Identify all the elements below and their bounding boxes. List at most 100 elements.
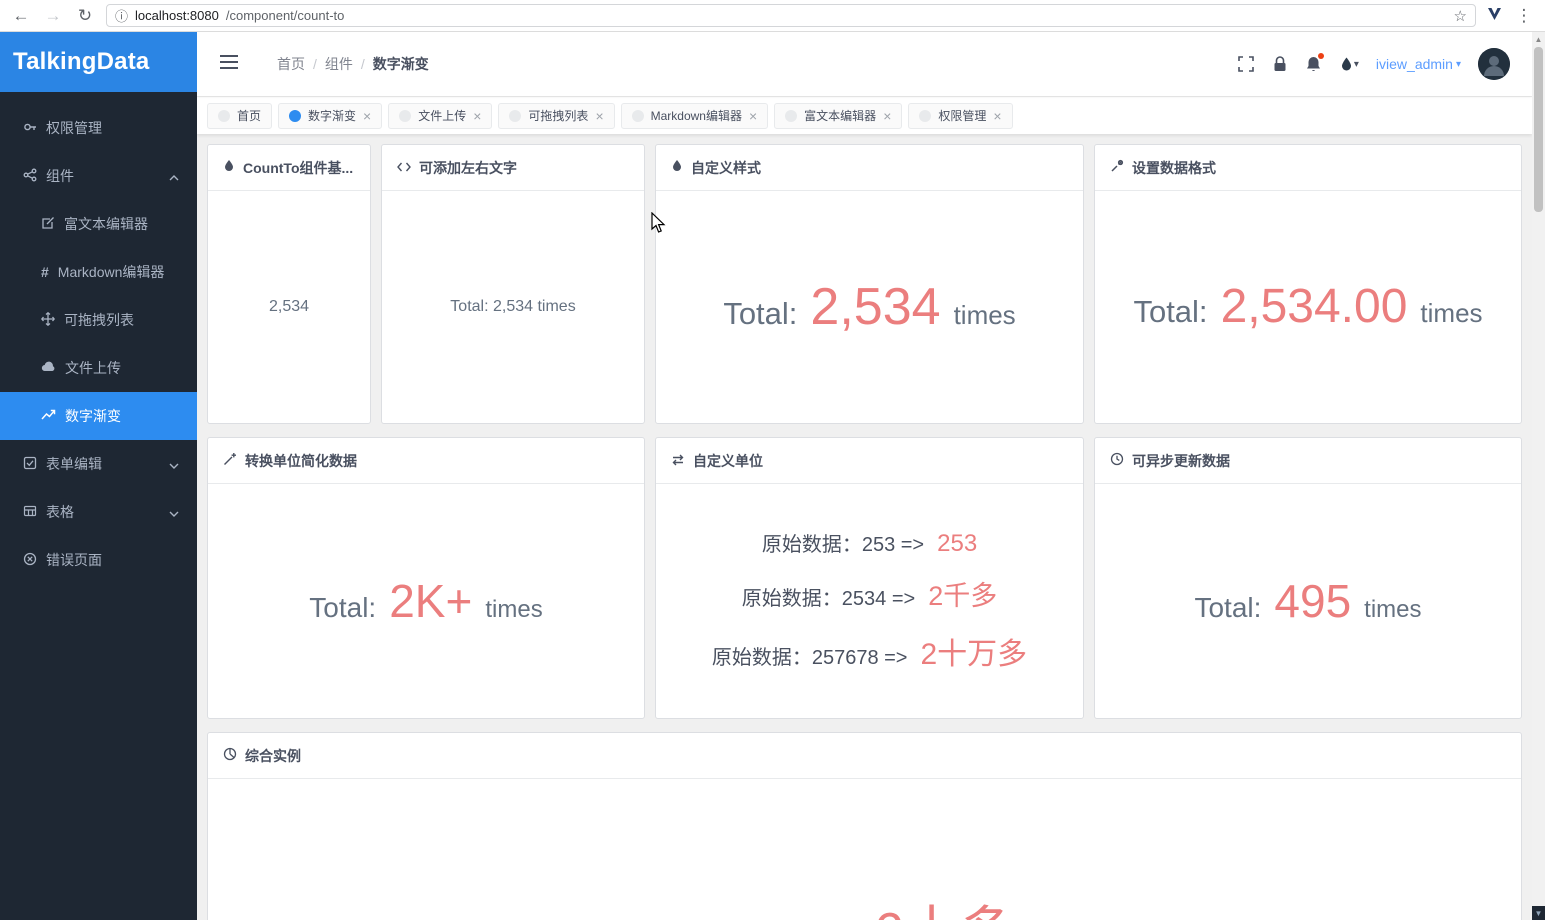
close-icon[interactable]: × xyxy=(595,108,603,124)
browser-menu-icon[interactable]: ⋮ xyxy=(1513,6,1535,26)
scrollbar-down-arrow[interactable]: ▼ xyxy=(1532,906,1545,920)
card-combined-example: 综合实例 原始数据: 27 => 6十多 times xyxy=(207,732,1522,920)
caret-down-icon: ▾ xyxy=(1353,58,1359,70)
card-body: Total: 495 times xyxy=(1095,484,1521,717)
share-icon xyxy=(23,168,37,185)
bookmark-star-icon[interactable]: ☆ xyxy=(1454,7,1467,25)
card-simplify-unit: 转换单位简化数据 Total: 2K+ times xyxy=(207,437,645,719)
app-logo[interactable]: TalkingData xyxy=(0,32,197,92)
raw-data-label: 原始数据：253 => xyxy=(761,534,925,556)
browser-extension-icon[interactable] xyxy=(1486,5,1503,27)
tag-richtext[interactable]: 富文本编辑器 × xyxy=(774,102,903,129)
tag-dot xyxy=(509,109,522,122)
card-body: 原始数据：253 => 253 原始数据：2534 => 2千多 原始数据：25… xyxy=(656,484,1083,717)
tag-label: 文件上传 xyxy=(418,109,467,123)
sidebar-item-label: 表单编辑 xyxy=(46,456,102,472)
unit-row: 原始数据：2534 => 2千多 xyxy=(742,574,997,613)
count-value: 2,534 xyxy=(810,277,941,336)
breadcrumb-separator: / xyxy=(360,56,365,72)
breadcrumb-current: 数字渐变 xyxy=(372,56,429,72)
chevron-down-icon xyxy=(169,456,179,472)
count-prefix: Total: xyxy=(1133,294,1208,329)
sidebar-item-countto[interactable]: 数字渐变 xyxy=(0,392,197,440)
sidebar-item-label: 数字渐变 xyxy=(65,408,121,424)
sidebar-item-markdown[interactable]: # Markdown编辑器 xyxy=(0,248,197,296)
tag-countto[interactable]: 数字渐变 × xyxy=(278,102,383,129)
sidebar-menu: 权限管理 组件 富文本编辑器 # Markdown编辑器 可拖拽列表 文件上传 … xyxy=(0,92,197,584)
scrollbar-thumb[interactable] xyxy=(1534,47,1543,212)
sidebar-item-components[interactable]: 组件 xyxy=(0,152,197,200)
wand-icon xyxy=(223,452,237,469)
close-icon[interactable]: × xyxy=(749,108,757,124)
close-icon[interactable]: × xyxy=(473,108,481,124)
hash-icon: # xyxy=(41,264,49,280)
sidebar-item-richtext[interactable]: 富文本编辑器 xyxy=(0,200,197,248)
tag-label: 富文本编辑器 xyxy=(804,109,877,123)
sidebar-item-table[interactable]: 表格 xyxy=(0,488,197,536)
breadcrumb-separator: / xyxy=(313,56,317,72)
scrollbar-up-arrow[interactable]: ▲ xyxy=(1532,32,1545,46)
url-host: localhost:8080 xyxy=(135,8,219,23)
tag-dot xyxy=(289,109,302,122)
theme-ink-icon[interactable]: ▾ xyxy=(1339,56,1359,73)
swap-arrows-icon xyxy=(671,453,685,469)
page-scrollbar[interactable]: ▲ ▼ xyxy=(1532,32,1545,920)
raw-data-label: 原始数据：2534 => xyxy=(741,588,916,610)
count-value: 2K+ xyxy=(389,574,473,627)
tag-markdown[interactable]: Markdown编辑器 × xyxy=(620,102,769,129)
count-value: 6十多 xyxy=(873,887,1014,920)
card-body: Total: 2,534 times xyxy=(656,191,1083,422)
page-content: CountTo组件基... 2,534 可添加左右文字 Total: 2,534… xyxy=(197,134,1532,920)
top-header: 首页 / 组件 / 数字渐变 ▾ iview_admin ▾ xyxy=(197,32,1532,96)
card-title: 综合实例 xyxy=(245,747,301,764)
sidebar-item-label: 可拖拽列表 xyxy=(64,312,134,328)
notification-bell-icon[interactable] xyxy=(1305,53,1324,73)
user-menu[interactable]: iview_admin ▾ xyxy=(1376,56,1461,72)
address-bar[interactable]: ⓘ localhost:8080 /component/count-to ☆ xyxy=(106,4,1476,27)
sidebar-item-draggable[interactable]: 可拖拽列表 xyxy=(0,296,197,344)
count-suffix: times xyxy=(953,299,1016,330)
close-icon[interactable]: × xyxy=(363,108,371,124)
card-title: CountTo组件基... xyxy=(243,159,354,176)
unit-row: 原始数据：257678 => 2十万多 xyxy=(712,629,1027,673)
breadcrumb-components[interactable]: 组件 xyxy=(325,54,353,74)
sidebar-item-auth[interactable]: 权限管理 xyxy=(0,104,197,152)
checkbox-icon xyxy=(23,456,37,473)
tag-home[interactable]: 首页 xyxy=(207,102,273,129)
avatar[interactable] xyxy=(1478,48,1510,80)
fullscreen-icon[interactable] xyxy=(1237,55,1255,73)
tag-dot xyxy=(399,109,412,122)
cloud-upload-icon xyxy=(41,360,56,377)
refresh-icon[interactable]: ↻ xyxy=(74,6,96,26)
site-info-icon[interactable]: ⓘ xyxy=(115,6,128,25)
close-icon[interactable]: × xyxy=(993,108,1001,124)
tag-upload[interactable]: 文件上传 × xyxy=(388,102,493,129)
tag-draggable[interactable]: 可拖拽列表 × xyxy=(498,102,615,129)
hamburger-menu-icon[interactable] xyxy=(219,54,239,75)
sidebar-item-label: 文件上传 xyxy=(65,360,121,376)
count-value: 2,534.00 xyxy=(1220,280,1408,333)
lock-icon[interactable] xyxy=(1272,55,1288,73)
browser-toolbar: ← → ↻ ⓘ localhost:8080 /component/count-… xyxy=(0,0,1545,32)
sidebar-item-upload[interactable]: 文件上传 xyxy=(0,344,197,392)
tag-label: 首页 xyxy=(237,109,262,123)
tag-label: 数字渐变 xyxy=(308,109,357,123)
sidebar-item-error[interactable]: 错误页面 xyxy=(0,536,197,584)
sidebar-item-form[interactable]: 表单编辑 xyxy=(0,440,197,488)
card-data-format: 设置数据格式 Total: 2,534.00 times xyxy=(1094,144,1522,424)
close-icon[interactable]: × xyxy=(883,108,891,124)
count-suffix: times xyxy=(1364,595,1422,623)
converted-value: 253 xyxy=(937,530,978,557)
card-title: 自定义单位 xyxy=(693,452,763,469)
tag-auth[interactable]: 权限管理 × xyxy=(908,102,1013,129)
tag-dot xyxy=(218,109,230,122)
opened-tags-bar: 首页 数字渐变 × 文件上传 × 可拖拽列表 × Markdown编辑器 × 富… xyxy=(197,96,1532,134)
sidebar-item-label: 富文本编辑器 xyxy=(64,216,148,232)
tag-label: 可拖拽列表 xyxy=(528,109,589,123)
breadcrumb-home[interactable]: 首页 xyxy=(277,54,305,74)
back-icon[interactable]: ← xyxy=(10,6,32,26)
sidebar-item-label: 错误页面 xyxy=(46,552,102,568)
forward-icon[interactable]: → xyxy=(42,6,64,26)
chevron-up-icon xyxy=(169,168,179,184)
count-prefix: Total: xyxy=(723,295,798,331)
